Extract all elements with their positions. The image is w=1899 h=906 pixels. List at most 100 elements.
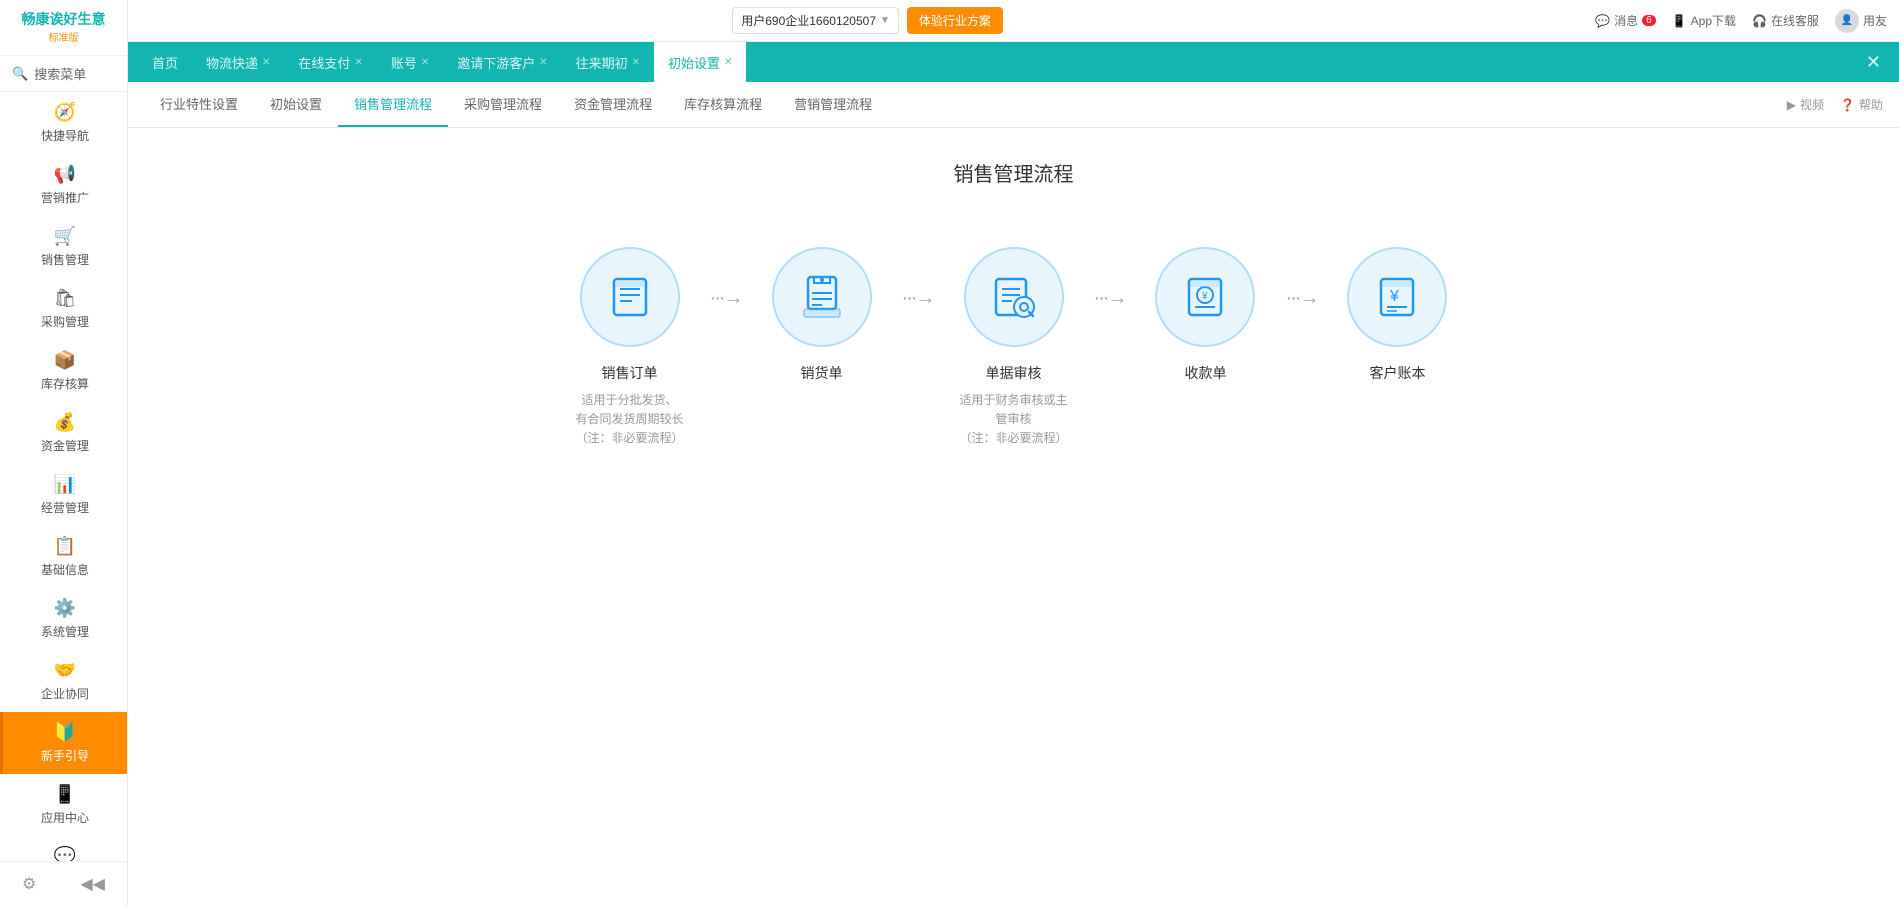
menu-label-enterprise-collab: 企业协同 [41, 685, 89, 702]
close-tab-icon[interactable]: ✕ [262, 57, 270, 68]
sub-tab-库存核算流程[interactable]: 库存核算流程 [668, 82, 778, 127]
user-selector[interactable]: 用户690企业1660120507 ▼ [732, 7, 899, 34]
message-icon: 💬 [1595, 14, 1610, 28]
close-tab-icon[interactable]: ✕ [632, 57, 640, 68]
sidebar-item-system-mgmt[interactable]: ⚙️ 系统管理 [0, 588, 127, 650]
sub-tab-销售管理流程[interactable]: 销售管理流程 [338, 82, 448, 127]
close-tab-icon[interactable]: ✕ [354, 57, 362, 68]
arrow-icon: ···→ [1094, 287, 1126, 310]
sidebar-item-enterprise-collab[interactable]: 🤝 企业协同 [0, 650, 127, 712]
chevron-down-icon: ▼ [880, 15, 890, 26]
app-download-label: App下载 [1691, 12, 1736, 29]
menu-label-sales-mgmt: 销售管理 [41, 251, 89, 268]
flow-arrow-4: ···→ [1285, 247, 1317, 310]
menu-icon-marketing-promo: 📢 [54, 164, 76, 185]
flow-step-desc-0: 适用于分批发货、有合同发货周期较长（注：非必要流程） [576, 391, 684, 449]
page-body: 销售管理流程 销售订单 适用于分批发货、有合同发货周期较长（注：非必要流程） ·… [128, 128, 1899, 479]
sidebar-item-purchase-mgmt[interactable]: 🛍 采购管理 [0, 278, 127, 340]
nav-tab-在线支付[interactable]: 在线支付 ✕ [284, 42, 376, 82]
sub-tab-初始设置[interactable]: 初始设置 [254, 82, 338, 127]
menu-label-quick-nav: 快捷导航 [41, 127, 89, 144]
flow-arrow-2: ···→ [902, 247, 934, 310]
flow-step-3[interactable]: ¥ 收款单 [1125, 247, 1285, 391]
nav-tab-label: 物流快递 [206, 53, 258, 72]
close-window-btn[interactable]: ✕ [1858, 52, 1889, 73]
message-label: 消息 [1614, 12, 1638, 29]
top-header: 用户690企业1660120507 ▼ 体验行业方案 💬 消息 6 📱 App下… [0, 0, 1899, 42]
sidebar-item-inventory[interactable]: 📦 库存核算 [0, 340, 127, 402]
flow-arrow-3: ···→ [1094, 247, 1126, 310]
sidebar-bottom: ⚙ ◀◀ [0, 861, 127, 906]
headset-icon: 🎧 [1752, 14, 1767, 28]
svg-text:¥: ¥ [1201, 291, 1208, 302]
flow-circle-3: ¥ [1155, 247, 1255, 347]
flow-step-2[interactable]: 单据审核 适用于财务审核或主管审核（注：非必要流程） [934, 247, 1094, 449]
app-download-btn[interactable]: 📱 App下载 [1672, 12, 1736, 29]
header-right: 💬 消息 6 📱 App下载 🎧 在线客服 👤 用友 [1595, 9, 1887, 33]
sidebar: 畅康诶好生意 标准版 🔍 搜索菜单 🧭 快捷导航 📢 营销推广 🛒 销售管理 🛍… [0, 0, 128, 906]
close-tab-icon[interactable]: ✕ [539, 57, 547, 68]
sub-tab-采购管理流程[interactable]: 采购管理流程 [448, 82, 558, 127]
nav-tab-邀请下游客户[interactable]: 邀请下游客户✕ [443, 42, 561, 82]
sidebar-item-marketing-promo[interactable]: 📢 营销推广 [0, 154, 127, 216]
flow-step-name-2: 单据审核 [986, 363, 1042, 383]
sidebar-item-app-center[interactable]: 📱 应用中心 [0, 774, 127, 836]
menu-icon-new-guide: 🔰 [54, 722, 76, 743]
flow-step-4[interactable]: ¥ 客户账本 [1317, 247, 1477, 391]
main-content: 行业特性设置初始设置销售管理流程采购管理流程资金管理流程库存核算流程营销管理流程… [128, 82, 1899, 906]
sub-tab-营销管理流程[interactable]: 营销管理流程 [778, 82, 888, 127]
sidebar-item-sales-mgmt[interactable]: 🛒 销售管理 [0, 216, 127, 278]
sub-tab-行业特性设置[interactable]: 行业特性设置 [144, 82, 254, 127]
sidebar-item-basic-info[interactable]: 📋 基础信息 [0, 526, 127, 588]
nav-tab-往来期初[interactable]: 往来期初✕ [562, 42, 654, 82]
sidebar-item-new-guide[interactable]: 🔰 新手引导 [0, 712, 127, 774]
message-btn[interactable]: 💬 消息 6 [1595, 12, 1656, 29]
menu-icon-inventory: 📦 [54, 350, 76, 371]
flow-step-name-4: 客户账本 [1369, 363, 1425, 383]
sidebar-item-finance-mgmt[interactable]: 💰 资金管理 [0, 402, 127, 464]
sidebar-item-enterprise-wechat[interactable]: 💬 企业微信 [0, 836, 127, 861]
logo-title: 畅康诶好生意 [22, 11, 106, 28]
nav-tab-物流快递[interactable]: 物流快递 ✕ [192, 42, 284, 82]
menu-label-finance-mgmt: 资金管理 [41, 437, 89, 454]
sidebar-item-operations-mgmt[interactable]: 📊 经营管理 [0, 464, 127, 526]
menu-label-system-mgmt: 系统管理 [41, 623, 89, 640]
menu-icon-finance-mgmt: 💰 [54, 412, 76, 433]
question-icon: ❓ [1840, 98, 1855, 112]
flow-step-1[interactable]: 销货单 [742, 247, 902, 391]
search-icon: 🔍 [12, 66, 28, 82]
sidebar-settings-btn[interactable]: ⚙ [14, 870, 44, 898]
video-link[interactable]: ▶ 视频 [1787, 96, 1824, 113]
flow-circle-2 [964, 247, 1064, 347]
close-tab-icon[interactable]: ✕ [724, 57, 732, 68]
nav-tab-label: 初始设置 [668, 53, 720, 72]
nav-tab-初始设置[interactable]: 初始设置 ✕ [654, 42, 746, 82]
svg-text:¥: ¥ [1389, 288, 1399, 305]
search-menu-label: 搜索菜单 [34, 64, 86, 83]
sidebar-item-quick-nav[interactable]: 🧭 快捷导航 [0, 92, 127, 154]
menu-icon-basic-info: 📋 [54, 536, 76, 557]
arrow-icon: ···→ [710, 287, 742, 310]
nav-tab-label: 账号 [391, 53, 417, 72]
message-badge: 6 [1642, 15, 1656, 26]
sidebar-collapse-btn[interactable]: ◀◀ [72, 870, 113, 898]
help-link[interactable]: ❓ 帮助 [1840, 96, 1883, 113]
trial-btn[interactable]: 体验行业方案 [907, 7, 1003, 34]
close-tab-icon[interactable]: ✕ [421, 57, 429, 68]
sub-tab-资金管理流程[interactable]: 资金管理流程 [558, 82, 668, 127]
avatar: 👤 [1835, 9, 1859, 33]
menu-label-marketing-promo: 营销推广 [41, 189, 89, 206]
sub-tabs: 行业特性设置初始设置销售管理流程采购管理流程资金管理流程库存核算流程营销管理流程… [128, 82, 1899, 128]
user-avatar-btn[interactable]: 👤 用友 [1835, 9, 1887, 33]
flow-circle-1 [772, 247, 872, 347]
search-menu[interactable]: 🔍 搜索菜单 [0, 56, 127, 92]
user-name-label: 用友 [1863, 12, 1887, 29]
sidebar-logo: 畅康诶好生意 标准版 [0, 0, 127, 56]
flow-circle-4: ¥ [1347, 247, 1447, 347]
nav-tab-账号[interactable]: 账号 ✕ [377, 42, 443, 82]
online-service-btn[interactable]: 🎧 在线客服 [1752, 12, 1819, 29]
menu-icon-purchase-mgmt: 🛍 [54, 288, 77, 309]
flow-step-0[interactable]: 销售订单 适用于分批发货、有合同发货周期较长（注：非必要流程） [550, 247, 710, 449]
nav-tab-首页[interactable]: 首页 [138, 42, 192, 82]
nav-tab-label: 在线支付 [298, 53, 350, 72]
